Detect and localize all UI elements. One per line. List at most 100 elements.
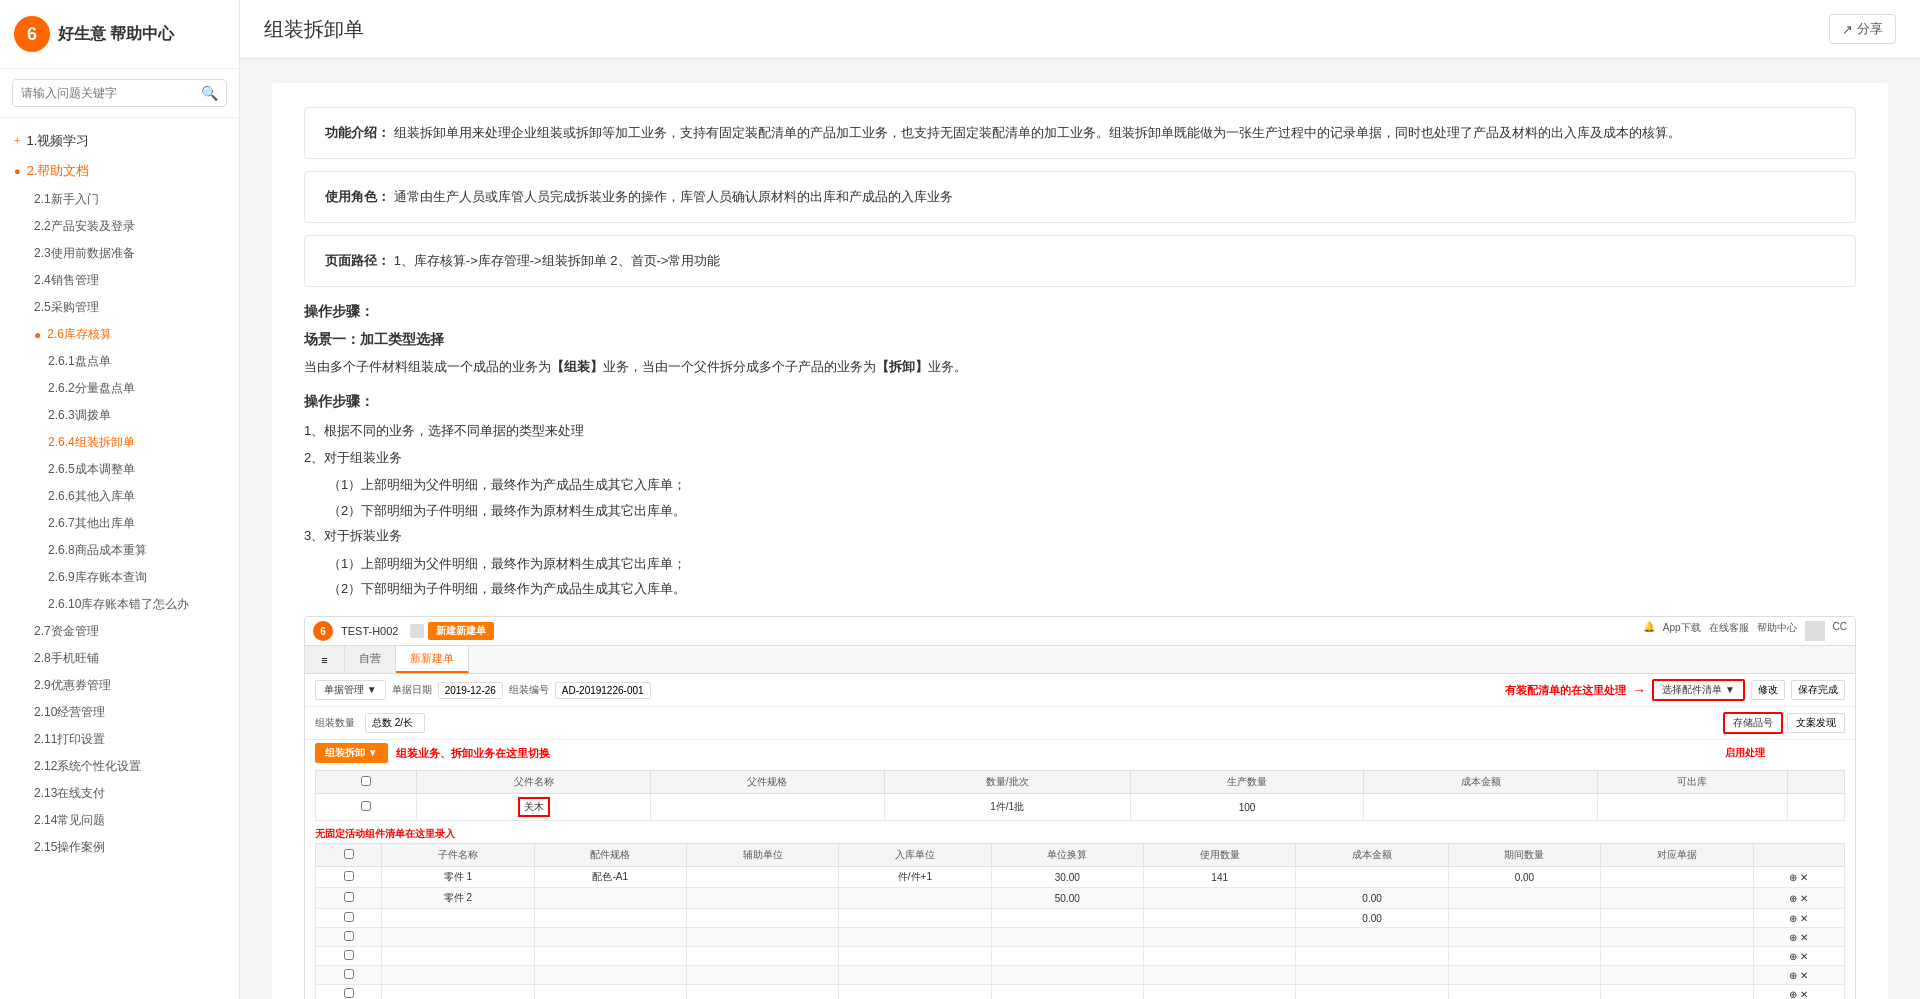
select-all-lower[interactable] — [344, 849, 354, 859]
lower-th-check — [316, 844, 382, 867]
mock-new-btn: 新建新建单 — [428, 622, 494, 640]
mock-topbar: 6 TEST-H002 新建新建单 🔔App下载在线客服帮助中心 CC — [305, 617, 1855, 646]
sidebar-item-sales[interactable]: 2.4销售管理 — [0, 267, 239, 294]
sidebar-item-coupon[interactable]: 2.9优惠券管理 — [0, 672, 239, 699]
lower-th-conv: 单位换算 — [991, 844, 1143, 867]
mock-upper-table: 父件名称 父件规格 数量/批次 生产数量 成本金额 可出库 — [315, 770, 1845, 821]
sidebar-item-mobile[interactable]: 2.8手机旺铺 — [0, 645, 239, 672]
upper-th-name: 父件名称 — [417, 771, 651, 794]
content-area: 功能介绍： 组装拆卸单用来处理企业组装或拆卸等加工业务，支持有固定装配清单的产品… — [240, 59, 1920, 999]
lower-th-doc: 对应单据 — [1601, 844, 1753, 867]
mock-logo: 6 — [313, 621, 333, 641]
mock-toolbar: 单据管理 ▼ 单据日期 2019-12-26 组装编号 AD-20191226-… — [305, 674, 1855, 707]
lower-td-op-1: ⊕ ✕ — [1753, 867, 1845, 888]
ops-title: 操作步骤： — [304, 303, 1856, 321]
search-box: 🔍 — [12, 79, 227, 107]
sidebar-item-stocktake[interactable]: 2.6.1盘点单 — [0, 348, 239, 375]
no-bom-annotation-area: 无固定活动组件清单在这里录入 — [315, 825, 1845, 841]
search-area: 🔍 — [0, 69, 239, 118]
lower-td-spec-2 — [534, 888, 686, 909]
sidebar-item-cases[interactable]: 2.15操作案例 — [0, 834, 239, 861]
sidebar-item-otherinbound[interactable]: 2.6.6其他入库单 — [0, 483, 239, 510]
sidebar-item-stockerror[interactable]: 2.6.10库存账本错了怎么办 — [0, 591, 239, 618]
sidebar-item-install[interactable]: 2.2产品安装及登录 — [0, 213, 239, 240]
sidebar-item-otheroutbound[interactable]: 2.6.7其他出库单 — [0, 510, 239, 537]
lower-td-op-4: ⊕ ✕ — [1753, 928, 1845, 947]
mock-upper-table-area: 父件名称 父件规格 数量/批次 生产数量 成本金额 可出库 — [305, 766, 1855, 823]
sidebar-item-capital[interactable]: 2.7资金管理 — [0, 618, 239, 645]
lower-td-period-2 — [1448, 888, 1600, 909]
step2-sub2: （2）下部明细为子件明细，最终作为原材料生成其它出库单。 — [328, 499, 1856, 522]
sidebar-item-costcalc[interactable]: 2.6.8商品成本重算 — [0, 537, 239, 564]
select-all-upper[interactable] — [361, 776, 371, 786]
mock-tabs-row: ≡ 自营 新新建单 — [305, 646, 1855, 674]
mock-bom-btn: 选择配件清单 ▼ — [1652, 679, 1745, 701]
mock-date-value: 2019-12-26 — [438, 682, 503, 699]
sidebar-item-onlinepay[interactable]: 2.13在线支付 — [0, 780, 239, 807]
mock-screenshot: 6 TEST-H002 新建新建单 🔔App下载在线客服帮助中心 CC — [305, 617, 1855, 999]
sidebar-item-docs[interactable]: ● 2.帮助文档 — [0, 156, 239, 186]
lower-td-cost-1 — [1296, 867, 1448, 888]
mock-doc-type: 单据管理 ▼ — [315, 680, 386, 700]
intro-text: 组装拆卸单用来处理企业组装或拆卸等加工业务，支持有固定装配清单的产品加工业务，也… — [394, 125, 1681, 140]
lower-th-unit: 入库单位 — [839, 844, 991, 867]
upper-td-spec — [651, 794, 885, 821]
mock-tab-ziyong: 自营 — [345, 646, 396, 673]
upper-th-op — [1787, 771, 1844, 794]
lower-td-cost-3: 0.00 — [1296, 909, 1448, 928]
sidebar-item-biz[interactable]: 2.10经营管理 — [0, 699, 239, 726]
step3-sub2: （2）下部明细为子件明细，最终作为产成品生成其它入库单。 — [328, 577, 1856, 600]
search-input[interactable] — [21, 86, 201, 100]
search-icon[interactable]: 🔍 — [201, 85, 218, 101]
path-text: 1、库存核算->库存管理->组装拆卸单 2、首页->常用功能 — [394, 253, 721, 268]
sidebar-item-new[interactable]: 2.1新手入门 — [0, 186, 239, 213]
sidebar-item-print[interactable]: 2.11打印设置 — [0, 726, 239, 753]
lower-td-unit-2 — [839, 888, 991, 909]
lower-th-auxunit: 辅助单位 — [686, 844, 838, 867]
ops-steps-title: 操作步骤： — [304, 393, 1856, 411]
lower-td-doc-1 — [1601, 867, 1753, 888]
lower-th-cost: 成本金额 — [1296, 844, 1448, 867]
scenario1-desc: 当由多个子件材料组装成一个成品的业务为【组装】业务，当由一个父件拆分成多个子产品… — [304, 355, 1856, 378]
mock-qty-label: 组装数量 — [315, 716, 355, 730]
minus-icon: ● — [14, 164, 21, 179]
mock-process-annotation: 存储品号 文案发现 — [1723, 712, 1845, 734]
share-button[interactable]: ↗ 分享 — [1829, 14, 1896, 44]
share-icon: ↗ — [1842, 22, 1853, 37]
upper-td-avail — [1598, 794, 1788, 821]
mock-lower-table: 子件名称 配件规格 辅助单位 入库单位 单位换算 使用数量 成本金额 期间数量 — [315, 843, 1845, 999]
logo-area: 6 好生意 帮助中心 — [0, 0, 239, 69]
header: 组装拆卸单 ↗ 分享 — [240, 0, 1920, 59]
sidebar-item-data[interactable]: 2.3使用前数据准备 — [0, 240, 239, 267]
sidebar-item-costadj[interactable]: 2.6.5成本调整单 — [0, 456, 239, 483]
sidebar-item-adjust[interactable]: 2.6.3调拨单 — [0, 402, 239, 429]
upper-th-qty: 数量/批次 — [884, 771, 1130, 794]
lower-table-row-7: ⊕ ✕ — [316, 985, 1845, 999]
lower-td-op-2: ⊕ ✕ — [1753, 888, 1845, 909]
lower-td-cost-2: 0.00 — [1296, 888, 1448, 909]
parent-name-field[interactable]: 关木 — [518, 797, 550, 817]
lower-table-row-5: ⊕ ✕ — [316, 947, 1845, 966]
sidebar-item-purchase[interactable]: 2.5采购管理 — [0, 294, 239, 321]
page-title: 组装拆卸单 — [264, 16, 364, 43]
lower-table-row-1: 零件 1 配色-A1 件/件+1 30.00 141 0.00 — [316, 867, 1845, 888]
step-list: 1、根据不同的业务，选择不同单据的类型来处理 2、对于组装业务 （1）上部明细为… — [304, 419, 1856, 601]
sidebar-item-sysconfig[interactable]: 2.12系统个性化设置 — [0, 753, 239, 780]
sidebar-item-stockquery[interactable]: 2.6.9库存账本查询 — [0, 564, 239, 591]
sidebar-item-faq[interactable]: 2.14常见问题 — [0, 807, 239, 834]
sidebar-item-video[interactable]: + 1.视频学习 — [0, 126, 239, 156]
lower-th-spec: 配件规格 — [534, 844, 686, 867]
step3-sub1: （1）上部明细为父件明细，最终作为原材料生成其它出库单； — [328, 552, 1856, 575]
upper-td-prodqty: 100 — [1130, 794, 1364, 821]
sidebar-item-inventory[interactable]: ● 2.6库存核算 — [0, 321, 239, 348]
mock-nav-icons: 🔔App下载在线客服帮助中心 CC — [1643, 621, 1847, 641]
process-annotation-group: 启用处理 — [1725, 746, 1765, 760]
lower-td-op-3: ⊕ ✕ — [1753, 909, 1845, 928]
upper-th-cost: 成本金额 — [1364, 771, 1598, 794]
sidebar-item-partial[interactable]: 2.6.2分量盘点单 — [0, 375, 239, 402]
path-block: 页面路径： 1、库存核算->库存管理->组装拆卸单 2、首页->常用功能 — [304, 235, 1856, 287]
role-label: 使用角色： — [325, 189, 390, 204]
sidebar-item-assembly[interactable]: 2.6.4组装拆卸单 — [0, 429, 239, 456]
lower-td-useqty-2 — [1144, 888, 1296, 909]
intro-label: 功能介绍： — [325, 125, 390, 140]
